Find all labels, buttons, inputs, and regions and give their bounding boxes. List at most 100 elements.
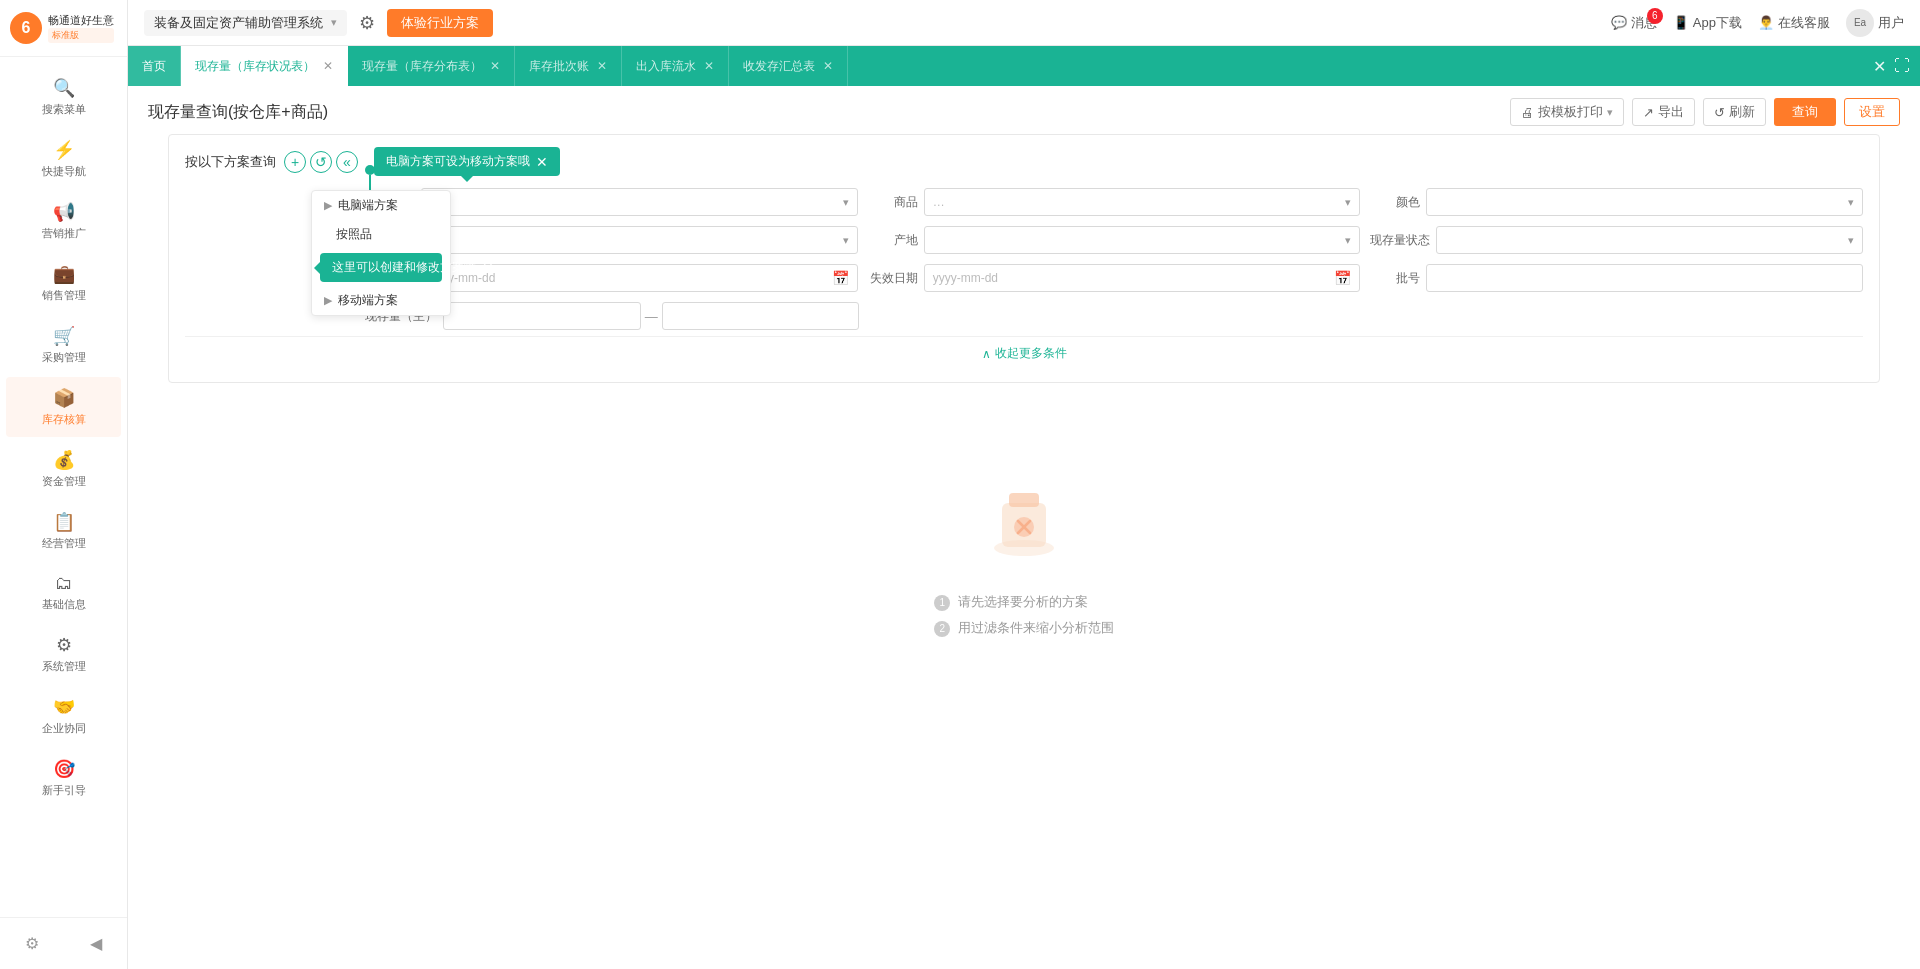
settings-bottom-icon[interactable]: ⚙	[19, 928, 45, 959]
sidebar-item-system[interactable]: ⚙ 系统管理	[6, 624, 121, 684]
sidebar-item-guide[interactable]: 🎯 新手引导	[6, 748, 121, 808]
svg-rect-2	[1009, 493, 1039, 507]
sidebar-item-operation[interactable]: 📋 经营管理	[6, 501, 121, 561]
add-scheme-button[interactable]: +	[284, 151, 306, 173]
warehouse-input[interactable]: … ▾	[421, 188, 858, 216]
tabs-right-actions: ✕ ⛶	[1863, 46, 1920, 86]
tab-in-out-flow[interactable]: 出入库流水 ✕	[622, 46, 729, 86]
main-content: 装备及固定资产辅助管理系统 ▾ ⚙ 体验行业方案 💬 消息 6 📱 App下载 …	[128, 0, 1920, 969]
tab-close-in-out-flow[interactable]: ✕	[704, 59, 714, 73]
scheme-expand-icon: ▶	[324, 199, 332, 212]
page-title: 现存量查询(按仓库+商品)	[148, 102, 328, 123]
refresh-scheme-button[interactable]: ↺	[310, 151, 332, 173]
tooltip1-close[interactable]: ✕	[536, 154, 548, 170]
logo-badge: 标准版	[48, 28, 114, 43]
purchase-icon: 🛒	[53, 325, 75, 347]
tab-close-inventory-dist[interactable]: ✕	[490, 59, 500, 73]
filter-cell-product: 商品 … ▾	[868, 188, 1361, 216]
sidebar-item-purchase[interactable]: 🛒 采购管理	[6, 315, 121, 375]
product-input[interactable]: … ▾	[924, 188, 1361, 216]
filter-section-wrapper: 按以下方案查询 + ↺ « 电脑方案可设为移动方案哦 ✕	[148, 134, 1900, 383]
collapse-more-button[interactable]: ∧ 收起更多条件	[185, 336, 1863, 370]
tooltip2-arrow	[314, 262, 320, 274]
scheme-item-by-product[interactable]: 按照品	[312, 220, 450, 249]
user-menu[interactable]: Ea 用户	[1846, 9, 1904, 37]
expire-date-label: 失效日期	[868, 270, 918, 287]
notification-button[interactable]: 💬 消息 6	[1611, 14, 1657, 32]
empty-tip-num2: 2	[934, 621, 950, 637]
system-icon: ⚙	[56, 634, 72, 656]
tooltip2-close[interactable]: ✕	[482, 260, 494, 276]
settings-button[interactable]: 设置	[1844, 98, 1900, 126]
sidebar-item-sales[interactable]: 💼 销售管理	[6, 253, 121, 313]
logo-text: 畅通道好生意	[48, 13, 114, 28]
sidebar-item-marketing[interactable]: 📢 营销推广	[6, 191, 121, 251]
current-stock-from-input[interactable]	[443, 302, 641, 330]
system-title-selector[interactable]: 装备及固定资产辅助管理系统 ▾	[144, 10, 347, 36]
app-logo: 6 畅通道好生意 标准版	[0, 0, 127, 57]
online-service-button[interactable]: 👨‍💼 在线客服	[1758, 14, 1830, 32]
current-stock-to-input[interactable]	[662, 302, 860, 330]
product-label: 商品	[868, 194, 918, 211]
color-input[interactable]: ▾	[1426, 188, 1863, 216]
filter-actions: + ↺ «	[284, 151, 358, 173]
search-icon: 🔍	[53, 77, 75, 99]
refresh-icon: ↺	[1714, 105, 1725, 120]
empty-tip-num1: 1	[934, 595, 950, 611]
tab-close-batch-account[interactable]: ✕	[597, 59, 607, 73]
empty-state-icon	[974, 473, 1074, 573]
mobile-scheme-item[interactable]: ▶ 移动端方案	[312, 286, 450, 315]
sidebar-item-search[interactable]: 🔍 搜索菜单	[6, 67, 121, 127]
tab-inventory-status[interactable]: 现存量（库存状况表） ✕	[181, 46, 348, 86]
export-button[interactable]: ↗ 导出	[1632, 98, 1695, 126]
tab-batch-account[interactable]: 库存批次账 ✕	[515, 46, 622, 86]
scheme-dropdown: ▶ 电脑端方案 按照品 这里可以创建和修改方案哦 ✕ ▶	[311, 190, 451, 316]
settings-icon[interactable]: ⚙	[359, 12, 375, 34]
sidebar-item-corp[interactable]: 🤝 企业协同	[6, 686, 121, 746]
back-scheme-button[interactable]: «	[336, 151, 358, 173]
origin-label: 产地	[868, 232, 918, 249]
batch-no-input[interactable]	[1426, 264, 1863, 292]
print-button[interactable]: 🖨 按模板打印 ▾	[1510, 98, 1624, 126]
connection-dot	[365, 165, 375, 175]
tab-fullscreen-icon[interactable]: ⛶	[1894, 57, 1910, 75]
export-icon: ↗	[1643, 105, 1654, 120]
stock-range-separator: —	[645, 309, 658, 324]
finance-icon: 💰	[53, 449, 75, 471]
tab-close-all-icon[interactable]: ✕	[1873, 57, 1886, 76]
tab-close-receive-send[interactable]: ✕	[823, 59, 833, 73]
origin-input[interactable]: ▾	[924, 226, 1361, 254]
stock-status-input[interactable]: ▾	[1436, 226, 1863, 254]
tab-close-inventory-status[interactable]: ✕	[323, 59, 333, 73]
tab-home[interactable]: 首页	[128, 46, 181, 86]
size-input[interactable]: ▾	[421, 226, 858, 254]
tooltip2-container: 这里可以创建和修改方案哦 ✕	[312, 249, 450, 286]
expire-date-input[interactable]: yyyy-mm-dd 📅	[924, 264, 1361, 292]
sidebar: 6 畅通道好生意 标准版 🔍 搜索菜单 ⚡ 快捷导航 📢 营销推广 💼 销售管理…	[0, 0, 128, 969]
corp-icon: 🤝	[53, 696, 75, 718]
app-download-button[interactable]: 📱 App下载	[1673, 14, 1742, 32]
sidebar-item-finance[interactable]: 💰 资金管理	[6, 439, 121, 499]
sidebar-item-nav[interactable]: ⚡ 快捷导航	[6, 129, 121, 189]
sales-icon: 💼	[53, 263, 75, 285]
sidebar-item-inventory[interactable]: 📦 库存核算	[6, 377, 121, 437]
marketing-icon: 📢	[53, 201, 75, 223]
filter-label: 按以下方案查询	[185, 153, 276, 171]
topbar: 装备及固定资产辅助管理系统 ▾ ⚙ 体验行业方案 💬 消息 6 📱 App下载 …	[128, 0, 1920, 46]
app-download-icon: 📱	[1673, 15, 1689, 30]
sidebar-item-basic[interactable]: 🗂 基础信息	[6, 563, 121, 622]
sidebar-menu: 🔍 搜索菜单 ⚡ 快捷导航 📢 营销推广 💼 销售管理 🛒 采购管理 📦 库存核…	[0, 57, 127, 917]
query-button[interactable]: 查询	[1774, 98, 1836, 126]
desktop-scheme-item[interactable]: ▶ 电脑端方案	[312, 191, 450, 220]
refresh-button[interactable]: ↺ 刷新	[1703, 98, 1766, 126]
online-service-icon: 👨‍💼	[1758, 15, 1774, 30]
page-actions: 🖨 按模板打印 ▾ ↗ 导出 ↺ 刷新 查询 设置	[1510, 98, 1900, 126]
batch-no-label: 批号	[1370, 270, 1420, 287]
tab-inventory-dist[interactable]: 现存量（库存分布表） ✕	[348, 46, 515, 86]
print-dropdown-icon: ▾	[1607, 106, 1613, 119]
collapse-sidebar-icon[interactable]: ◀	[84, 928, 108, 959]
nav-icon: ⚡	[53, 139, 75, 161]
tab-receive-send[interactable]: 收发存汇总表 ✕	[729, 46, 848, 86]
scheme-tooltip-1: 电脑方案可设为移动方案哦 ✕	[374, 147, 560, 176]
industry-plan-button[interactable]: 体验行业方案	[387, 9, 493, 37]
